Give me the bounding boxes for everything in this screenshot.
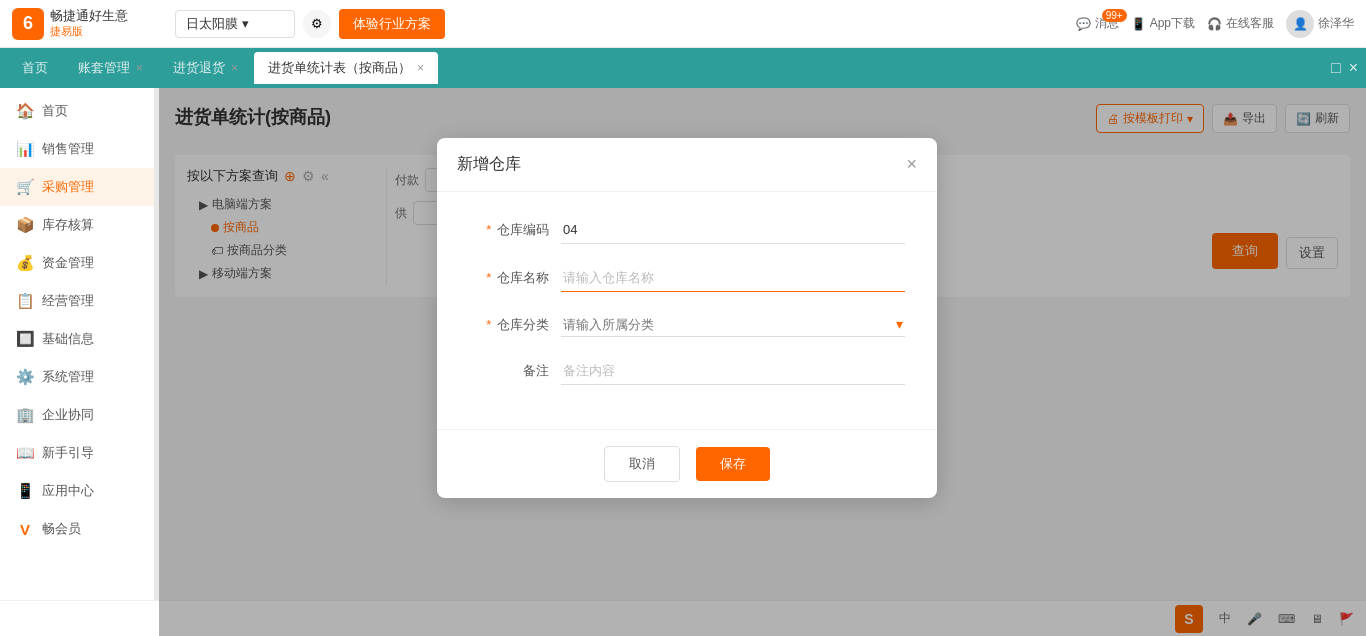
sidebar-item-finance[interactable]: 💰 资金管理 [0, 244, 154, 282]
form-label-name: * 仓库名称 [469, 269, 549, 287]
category-select-wrapper[interactable]: ▾ [561, 312, 905, 337]
sidebar: 🏠 首页 📊 销售管理 🛒 采购管理 📦 库存核算 💰 资金管理 📋 经营管理 … [0, 88, 155, 636]
sidebar-label-sales: 销售管理 [42, 140, 94, 158]
required-star-category: * [486, 317, 491, 332]
sidebar-label-enterprise: 企业协同 [42, 406, 94, 424]
sidebar-item-vip[interactable]: V 畅会员 [0, 510, 154, 548]
trial-button[interactable]: 体验行业方案 [339, 9, 445, 39]
avatar-icon: 👤 [1286, 10, 1314, 38]
sidebar-label-vip: 畅会员 [42, 520, 81, 538]
store-selector[interactable]: 日太阳膜 ▾ [175, 10, 295, 38]
vip-icon: V [16, 520, 34, 538]
sales-icon: 📊 [16, 140, 34, 158]
management-icon: 📋 [16, 292, 34, 310]
sidebar-label-management: 经营管理 [42, 292, 94, 310]
notifications-button[interactable]: 💬 99+ 消息 [1076, 15, 1119, 32]
sidebar-label-apps: 应用中心 [42, 482, 94, 500]
sidebar-label-system: 系统管理 [42, 368, 94, 386]
sidebar-label-guide: 新手引导 [42, 444, 94, 462]
tab-window-controls: □ × [1331, 59, 1358, 77]
modal-footer: 取消 保存 [437, 429, 937, 498]
sidebar-label-purchase: 采购管理 [42, 178, 94, 196]
tab-purchase-stats[interactable]: 进货单统计表（按商品） × [254, 52, 438, 84]
logo-sub: 捷易版 [50, 24, 128, 39]
tab-close-account[interactable]: × [136, 61, 143, 75]
note-input[interactable] [561, 357, 905, 385]
required-star-name: * [486, 270, 491, 285]
tab-purchase-return[interactable]: 进货退货 × [159, 52, 252, 84]
warehouse-code-input[interactable] [561, 216, 905, 244]
home-icon: 🏠 [16, 102, 34, 120]
sidebar-item-basic-info[interactable]: 🔲 基础信息 [0, 320, 154, 358]
main-layout: 🏠 首页 📊 销售管理 🛒 采购管理 📦 库存核算 💰 资金管理 📋 经营管理 … [0, 88, 1366, 636]
modal-body: * 仓库编码 * 仓库名称 [437, 192, 937, 429]
category-dropdown-arrow: ▾ [896, 316, 903, 332]
content-area: 进货单统计(按商品) 🖨 按模板打印 ▾ 📤 导出 🔄 刷新 [159, 88, 1366, 636]
modal-title: 新增仓库 [457, 154, 521, 175]
close-window-button[interactable]: × [1349, 59, 1358, 77]
form-row-category: * 仓库分类 ▾ [469, 312, 905, 337]
guide-icon: 📖 [16, 444, 34, 462]
tab-account[interactable]: 账套管理 × [64, 52, 157, 84]
sidebar-label-home: 首页 [42, 102, 68, 120]
apps-icon: 📱 [16, 482, 34, 500]
warehouse-name-input[interactable] [561, 264, 905, 292]
sidebar-item-inventory[interactable]: 📦 库存核算 [0, 206, 154, 244]
finance-icon: 💰 [16, 254, 34, 272]
online-service-button[interactable]: 🎧 在线客服 [1207, 15, 1274, 32]
sidebar-label-finance: 资金管理 [42, 254, 94, 272]
logo-icon: 6 [12, 8, 44, 40]
settings-icon[interactable]: ⚙ [303, 10, 331, 38]
sidebar-label-inventory: 库存核算 [42, 216, 94, 234]
modal-new-warehouse: 新增仓库 × * 仓库编码 * [437, 138, 937, 498]
basic-info-icon: 🔲 [16, 330, 34, 348]
sidebar-item-system[interactable]: ⚙️ 系统管理 [0, 358, 154, 396]
system-icon: ⚙️ [16, 368, 34, 386]
category-input[interactable] [563, 317, 896, 332]
topbar: 6 畅捷通好生意 捷易版 日太阳膜 ▾ ⚙ 体验行业方案 💬 99+ 消息 📱 … [0, 0, 1366, 48]
user-avatar[interactable]: 👤 徐泽华 [1286, 10, 1354, 38]
tab-close-return[interactable]: × [231, 61, 238, 75]
form-row-code: * 仓库编码 [469, 216, 905, 244]
tab-close-stats[interactable]: × [417, 61, 424, 75]
sidebar-label-basic-info: 基础信息 [42, 330, 94, 348]
form-label-note: 备注 [469, 362, 549, 380]
required-star-code: * [486, 222, 491, 237]
sidebar-item-sales[interactable]: 📊 销售管理 [0, 130, 154, 168]
logo-area: 6 畅捷通好生意 捷易版 [12, 8, 167, 40]
modal-close-button[interactable]: × [906, 154, 917, 175]
form-label-category: * 仓库分类 [469, 316, 549, 334]
sidebar-item-apps[interactable]: 📱 应用中心 [0, 472, 154, 510]
form-row-name: * 仓库名称 [469, 264, 905, 292]
cancel-button[interactable]: 取消 [604, 446, 680, 482]
app-download-button[interactable]: 📱 App下载 [1131, 15, 1195, 32]
tab-home[interactable]: 首页 [8, 52, 62, 84]
modal-overlay: 新增仓库 × * 仓库编码 * [159, 88, 1366, 636]
form-label-code: * 仓库编码 [469, 221, 549, 239]
inventory-icon: 📦 [16, 216, 34, 234]
sidebar-item-management[interactable]: 📋 经营管理 [0, 282, 154, 320]
sidebar-item-home[interactable]: 🏠 首页 [0, 92, 154, 130]
restore-window-button[interactable]: □ [1331, 59, 1341, 77]
modal-header: 新增仓库 × [437, 138, 937, 192]
logo-text: 畅捷通好生意 [50, 8, 128, 25]
purchase-icon: 🛒 [16, 178, 34, 196]
sidebar-item-purchase[interactable]: 🛒 采购管理 [0, 168, 154, 206]
form-row-note: 备注 [469, 357, 905, 385]
sidebar-item-guide[interactable]: 📖 新手引导 [0, 434, 154, 472]
topbar-actions: 💬 99+ 消息 📱 App下载 🎧 在线客服 👤 徐泽华 [1076, 10, 1354, 38]
tabbar: 首页 账套管理 × 进货退货 × 进货单统计表（按商品） × □ × [0, 48, 1366, 88]
notifications-badge: 99+ [1102, 9, 1127, 22]
enterprise-icon: 🏢 [16, 406, 34, 424]
sidebar-item-enterprise[interactable]: 🏢 企业协同 [0, 396, 154, 434]
save-button[interactable]: 保存 [696, 447, 770, 481]
